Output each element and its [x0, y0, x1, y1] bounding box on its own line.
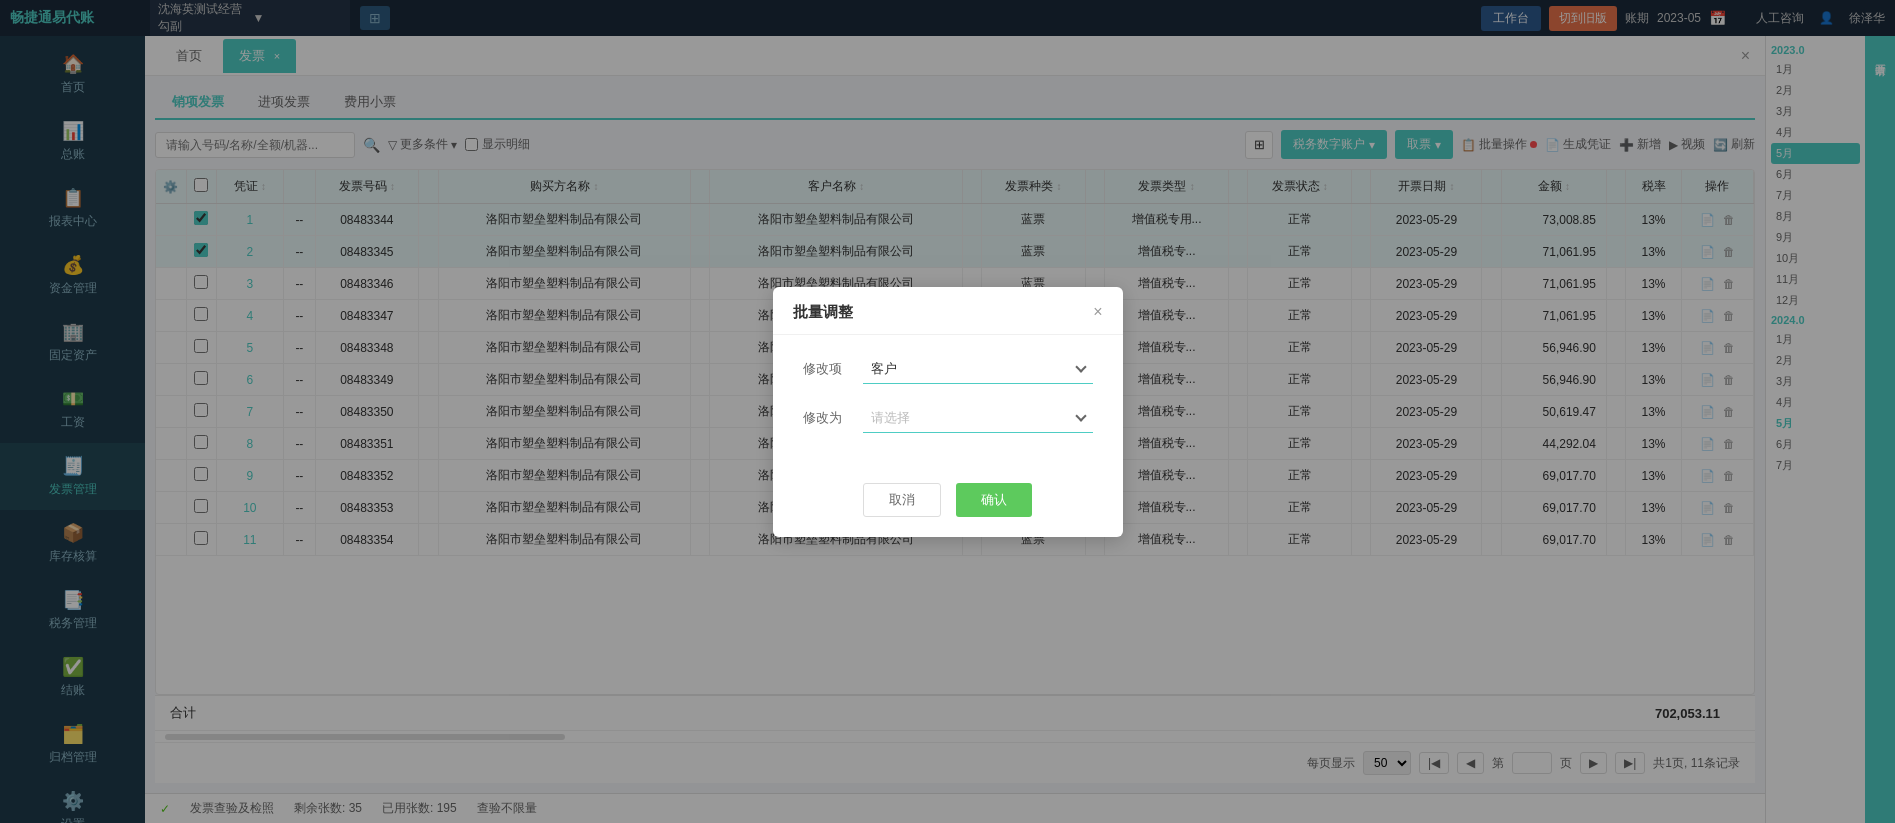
field-select[interactable]: 客户: [863, 355, 1093, 384]
modal-overlay[interactable]: 批量调整 × 修改项 客户 修改为 请选择 取消 确认: [0, 0, 1895, 823]
modal-header: 批量调整 ×: [773, 287, 1123, 335]
field-row: 修改项 客户: [803, 355, 1093, 384]
value-placeholder: 请选择: [871, 409, 910, 427]
modal-close-button[interactable]: ×: [1093, 303, 1102, 321]
cancel-button[interactable]: 取消: [863, 483, 941, 517]
field-label: 修改项: [803, 360, 863, 378]
modal-title: 批量调整: [793, 303, 853, 322]
field-chevron-icon: [1075, 361, 1086, 372]
modal-body: 修改项 客户 修改为 请选择: [773, 335, 1123, 473]
confirm-button[interactable]: 确认: [956, 483, 1032, 517]
batch-adjust-modal: 批量调整 × 修改项 客户 修改为 请选择 取消 确认: [773, 287, 1123, 537]
value-label: 修改为: [803, 409, 863, 427]
value-input[interactable]: 请选择: [863, 404, 1093, 433]
modal-footer: 取消 确认: [773, 473, 1123, 537]
value-chevron-icon: [1075, 410, 1086, 421]
field-value: 客户: [871, 360, 897, 378]
value-row: 修改为 请选择: [803, 404, 1093, 433]
